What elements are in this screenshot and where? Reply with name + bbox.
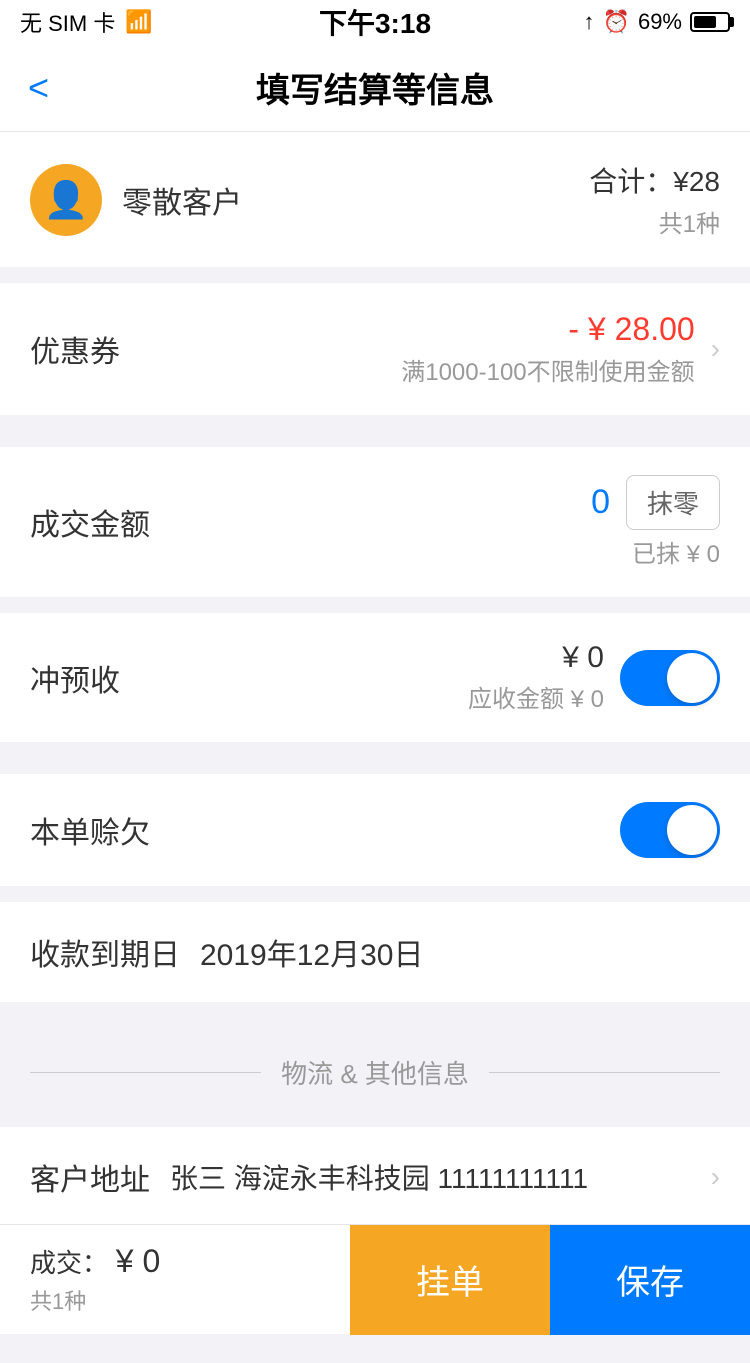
- customer-total: 合计：¥28: [589, 160, 720, 200]
- customer-count: 共1种: [589, 204, 720, 239]
- bottom-bar: 成交： ¥ 0 共1种 挂单 保存: [0, 1224, 750, 1334]
- bottom-count: 共1种: [30, 1284, 320, 1316]
- customer-name: 零散客户: [122, 178, 242, 222]
- avatar-icon: 👤: [44, 179, 89, 221]
- credit-section: 本单赊欠: [0, 774, 750, 886]
- status-bar-time: 下午3:18: [319, 2, 431, 42]
- battery-icon: [690, 12, 730, 32]
- save-button[interactable]: 保存: [550, 1225, 750, 1335]
- header-line-left: [30, 1072, 261, 1073]
- coupon-value-wrap: - ¥ 28.00 满1000-100不限制使用金额: [401, 311, 694, 387]
- carrier-text: 无 SIM 卡: [20, 6, 115, 38]
- coupon-arrow-icon: ›: [711, 333, 720, 365]
- due-date-label: 收款到期日: [30, 930, 180, 974]
- alarm-icon: ⏰: [603, 9, 630, 35]
- battery-percent: 69%: [638, 9, 682, 35]
- credit-label: 本单赊欠: [30, 808, 150, 852]
- address-left: 客户地址 张三 海淀永丰科技园 11111111111: [30, 1155, 588, 1199]
- deal-amount-row: 成交金额 抹零 已抹 ¥ 0: [0, 447, 750, 597]
- deal-amount-input[interactable]: [530, 483, 610, 522]
- coupon-section[interactable]: 优惠券 - ¥ 28.00 满1000-100不限制使用金额 ›: [0, 283, 750, 415]
- customer-row: 👤 零散客户 合计：¥28 共1种: [0, 132, 750, 267]
- bottom-deal-amount: ¥ 0: [116, 1243, 160, 1279]
- header-line-right: [489, 1072, 720, 1073]
- address-section[interactable]: 客户地址 张三 海淀永丰科技园 11111111111 ›: [0, 1127, 750, 1227]
- bottom-info: 成交： ¥ 0 共1种: [0, 1243, 350, 1316]
- due-date-value: 2019年12月30日: [200, 930, 423, 974]
- status-bar: 无 SIM 卡 📶 下午3:18 ↑ ⏰ 69%: [0, 0, 750, 44]
- amount-wrap: 抹零 已抹 ¥ 0: [530, 475, 720, 569]
- back-button[interactable]: <: [28, 67, 49, 109]
- battery-fill: [694, 16, 716, 28]
- coupon-row[interactable]: 优惠券 - ¥ 28.00 满1000-100不限制使用金额 ›: [0, 283, 750, 415]
- prepayment-toggle[interactable]: [620, 650, 720, 706]
- toggle-knob: [667, 653, 717, 703]
- divider-4: [0, 1111, 750, 1127]
- deal-amount-sub: 已抹 ¥ 0: [530, 534, 720, 569]
- deal-amount-label: 成交金额: [30, 500, 150, 544]
- customer-right: 合计：¥28 共1种: [589, 160, 720, 239]
- hang-button[interactable]: 挂单: [350, 1225, 550, 1335]
- prepayment-value-wrap: ¥ 0 应收金额 ¥ 0: [468, 641, 604, 714]
- status-bar-left: 无 SIM 卡 📶: [20, 6, 153, 38]
- coupon-discount-value: - ¥ 28.00: [401, 311, 694, 348]
- logistics-header: 物流 & 其他信息: [0, 1034, 750, 1111]
- divider-1: [0, 431, 750, 447]
- logistics-header-text: 物流 & 其他信息: [281, 1054, 469, 1091]
- coupon-sub-text: 满1000-100不限制使用金额: [401, 352, 694, 387]
- credit-toggle-knob: [667, 805, 717, 855]
- amount-input-wrap: 抹零: [530, 475, 720, 530]
- location-icon: ↑: [584, 9, 595, 35]
- main-content: 👤 零散客户 合计：¥28 共1种 优惠券 - ¥ 28.00 满1000-10…: [0, 132, 750, 1363]
- page-title: 填写结算等信息: [256, 63, 494, 112]
- divider-3: [0, 1018, 750, 1034]
- deal-amount-right: 抹零 已抹 ¥ 0: [150, 475, 720, 569]
- round-zero-button[interactable]: 抹零: [626, 475, 720, 530]
- status-bar-right: ↑ ⏰ 69%: [584, 9, 730, 35]
- deal-amount-section: 成交金额 抹零 已抹 ¥ 0: [0, 447, 750, 597]
- customer-avatar: 👤: [30, 164, 102, 236]
- coupon-right: - ¥ 28.00 满1000-100不限制使用金额 ›: [150, 311, 720, 387]
- prepayment-right: ¥ 0 应收金额 ¥ 0: [468, 641, 720, 714]
- address-value: 张三 海淀永丰科技园 11111111111: [170, 1157, 588, 1197]
- credit-toggle[interactable]: [620, 802, 720, 858]
- wifi-icon: 📶: [125, 9, 152, 35]
- bottom-deal-label: 成交：: [30, 1248, 108, 1278]
- due-date-section: 收款到期日 2019年12月30日: [0, 902, 750, 1002]
- prepayment-section: 冲预收 ¥ 0 应收金额 ¥ 0: [0, 613, 750, 742]
- prepayment-sub: 应收金额 ¥ 0: [468, 679, 604, 714]
- prepayment-label: 冲预收: [30, 656, 150, 700]
- coupon-label: 优惠券: [30, 327, 150, 371]
- prepayment-row: 冲预收 ¥ 0 应收金额 ¥ 0: [0, 613, 750, 742]
- address-arrow-icon: ›: [711, 1161, 720, 1193]
- address-label: 客户地址: [30, 1155, 150, 1199]
- bottom-deal-row: 成交： ¥ 0: [30, 1243, 320, 1280]
- prepayment-value: ¥ 0: [468, 641, 604, 675]
- customer-left: 👤 零散客户: [30, 164, 242, 236]
- divider-2: [0, 758, 750, 774]
- nav-bar: < 填写结算等信息: [0, 44, 750, 132]
